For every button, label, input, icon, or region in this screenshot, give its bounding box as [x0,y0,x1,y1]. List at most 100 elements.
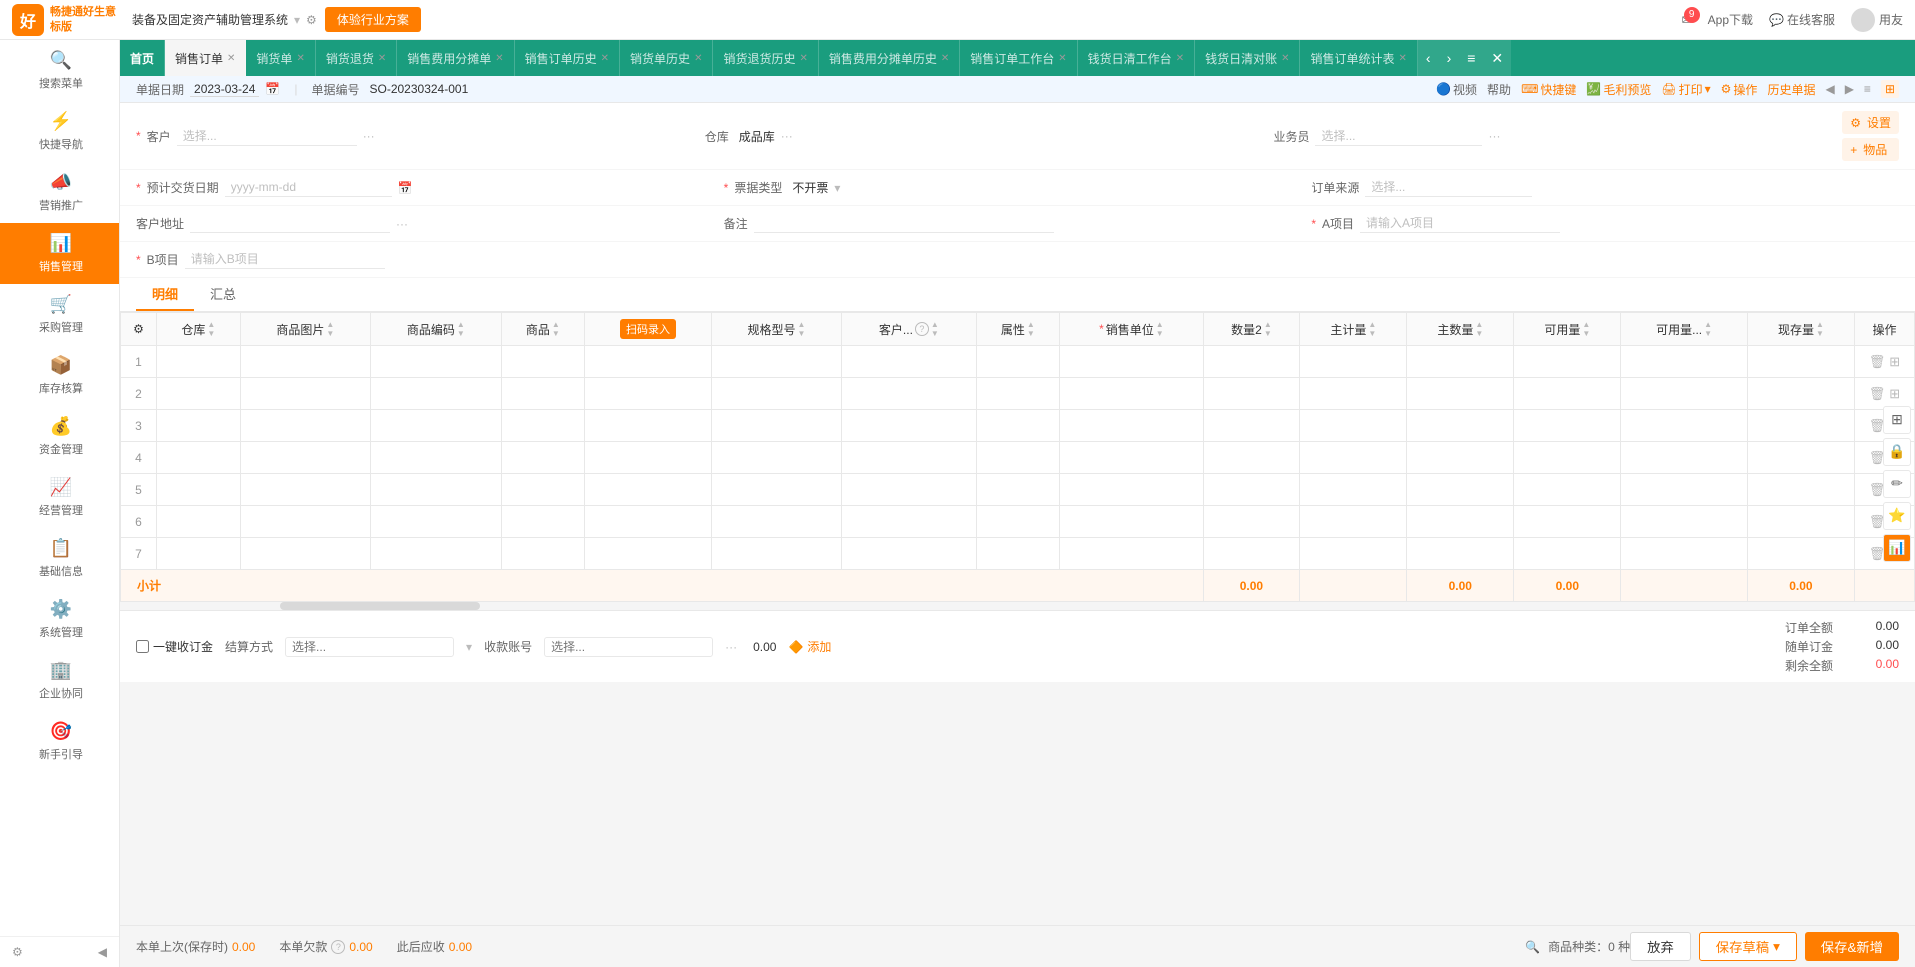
salesperson-more-icon[interactable]: ··· [1488,129,1500,143]
account-input[interactable] [544,637,713,657]
tab-sales-stats[interactable]: 销售订单统计表 ✕ [1300,40,1417,76]
user-menu[interactable]: 用友 [1851,8,1903,32]
copy-icon-1[interactable]: ⊞ [1889,354,1900,370]
th-scan[interactable]: 扫码录入 [585,313,712,346]
calendar-icon[interactable]: 📅 [265,82,280,96]
sidebar-item-inventory[interactable]: 📦 库存核算 [0,345,119,406]
th-sales-unit[interactable]: *销售单位▲▼ [1060,313,1203,346]
th-settings[interactable]: ⚙ [121,313,157,346]
profit-preview-link[interactable]: 💹 毛利预览 [1586,81,1651,98]
float-btn-1[interactable]: ⊞ [1883,406,1911,434]
tab-summary[interactable]: 汇总 [194,278,252,311]
tab-list-button[interactable]: ≡ [1459,40,1483,76]
sidebar-item-finance[interactable]: 💰 资金管理 [0,406,119,467]
sidebar-item-marketing[interactable]: 📣 营销推广 [0,162,119,223]
th-warehouse[interactable]: 仓库▲▼ [157,313,241,346]
tab-expense-split[interactable]: 销售费用分摊单 ✕ [397,40,514,76]
delete-icon-1[interactable]: 🗑 [1869,354,1886,370]
prev-record-icon[interactable]: ◀ [1825,82,1834,96]
th-image[interactable]: 商品图片▲▼ [240,313,370,346]
full-screen-icon[interactable]: ⊞ [1881,80,1899,98]
save-draft-button[interactable]: 保存草稿 ▾ [1699,932,1797,961]
horizontal-scrollbar[interactable] [280,602,480,610]
tab-order-workbench[interactable]: 销售订单工作台 ✕ [960,40,1077,76]
project-b-input[interactable] [185,250,385,269]
sidebar-item-sales[interactable]: 📊 销售管理 [0,223,119,284]
online-service-link[interactable]: 💬 在线客服 [1769,11,1835,28]
industry-solution-button[interactable]: 体验行业方案 [325,7,421,32]
th-main-qty[interactable]: 主数量▲▼ [1407,313,1514,346]
tab-close-all-button[interactable]: ✕ [1483,40,1511,76]
delete-icon-2[interactable]: 🗑 [1869,386,1886,402]
tab-cash-reconcile[interactable]: 钱货日清对账 ✕ [1195,40,1300,76]
system-dropdown-icon[interactable]: ▾ [294,13,300,27]
tab-sales-refund[interactable]: 销货退货 ✕ [316,40,397,76]
tab-close-refund-history[interactable]: ✕ [799,53,807,64]
sidebar-item-guide[interactable]: ⚡ 快捷导航 [0,101,119,162]
next-record-icon[interactable]: ▶ [1845,82,1854,96]
th-current-stock[interactable]: 现存量▲▼ [1747,313,1854,346]
tab-close-workbench[interactable]: ✕ [1058,53,1066,64]
sidebar-item-purchase[interactable]: 🛒 采购管理 [0,284,119,345]
view-icon[interactable]: 🔵 视频 [1436,81,1477,98]
copy-icon-2[interactable]: ⊞ [1889,386,1900,402]
discard-button[interactable]: 放弃 [1630,932,1691,961]
float-btn-2[interactable]: 🔒 [1883,438,1911,466]
settings-icon[interactable]: ⚙ [306,13,317,27]
save-draft-dropdown-icon[interactable]: ▾ [1773,939,1780,955]
float-btn-3[interactable]: ✏ [1883,470,1911,498]
project-a-input[interactable] [1360,214,1560,233]
add-payment-button[interactable]: 🔶 添加 [788,638,831,655]
warehouse-more-icon[interactable]: ··· [781,129,793,143]
tab-close-sales-order[interactable]: ✕ [227,53,235,64]
th-available2[interactable]: 可用量...▲▼ [1621,313,1748,346]
operations-link[interactable]: ⚙ 操作 [1721,81,1758,98]
tab-close-expense[interactable]: ✕ [495,53,503,64]
tab-detail[interactable]: 明细 [136,278,194,311]
tab-sales-order[interactable]: 销售订单 ✕ [165,40,246,76]
tab-close-invoice-history[interactable]: ✕ [694,53,702,64]
th-customer-code[interactable]: 客户...?▲▼ [842,313,976,346]
order-source-input[interactable] [1365,178,1532,197]
tab-next-button[interactable]: › [1439,40,1460,76]
view-mode-icon[interactable]: ≡ [1864,82,1871,96]
account-more-icon[interactable]: ··· [725,640,737,654]
notification-area[interactable]: ✉ 9 [1682,13,1692,27]
tab-order-history[interactable]: 销售订单历史 ✕ [515,40,620,76]
th-code[interactable]: 商品编码▲▼ [371,313,501,346]
sidebar-item-search[interactable]: 🔍 搜索菜单 [0,40,119,101]
tab-prev-button[interactable]: ‹ [1418,40,1439,76]
th-main-unit[interactable]: 主计量▲▼ [1300,313,1407,346]
save-new-button[interactable]: 保存&新增 [1805,932,1899,961]
tab-sales-invoice[interactable]: 销货单 ✕ [246,40,315,76]
single-date-value[interactable]: 2023-03-24 [190,82,259,97]
sidebar-item-base[interactable]: 📋 基础信息 [0,528,119,589]
float-btn-4[interactable]: ⭐ [1883,502,1911,530]
payment-method-input[interactable] [285,637,454,657]
float-btn-5[interactable]: 📊 [1883,534,1911,562]
tab-home[interactable]: 首页 [120,40,165,76]
sidebar-settings-icon[interactable]: ⚙ [12,945,23,959]
sidebar-item-newbie[interactable]: 🎯 新手引导 [0,711,119,772]
customer-more-icon[interactable]: ··· [363,129,375,143]
tab-close-refund[interactable]: ✕ [378,53,386,64]
sidebar-item-enterprise[interactable]: 🏢 企业协同 [0,650,119,711]
sidebar-item-system[interactable]: ⚙️ 系统管理 [0,589,119,650]
scan-button[interactable]: 扫码录入 [620,319,676,339]
app-download-link[interactable]: App下载 [1708,11,1753,28]
customer-address-more[interactable]: ··· [396,217,408,231]
print-link[interactable]: 🖨 打印 ▾ [1661,81,1710,98]
tab-close-stats[interactable]: ✕ [1399,53,1407,64]
tab-cash-workbench[interactable]: 钱货日清工作台 ✕ [1078,40,1195,76]
history-link[interactable]: 历史单据 [1767,81,1815,98]
shortcut-link[interactable]: ⌨ 快捷键 [1521,81,1576,98]
customer-address-input[interactable] [190,214,390,233]
payment-method-dropdown[interactable]: ▾ [466,640,472,654]
one-click-checkout-checkbox[interactable]: 一键收订金 [136,638,213,655]
th-qty2[interactable]: 数量2▲▼ [1203,313,1300,346]
th-available1[interactable]: 可用量▲▼ [1514,313,1621,346]
tab-refund-history[interactable]: 销货退货历史 ✕ [713,40,818,76]
expected-date-input[interactable] [225,178,392,197]
sidebar-item-operations[interactable]: 📈 经营管理 [0,467,119,528]
add-goods-button[interactable]: + 物品 [1842,138,1899,161]
